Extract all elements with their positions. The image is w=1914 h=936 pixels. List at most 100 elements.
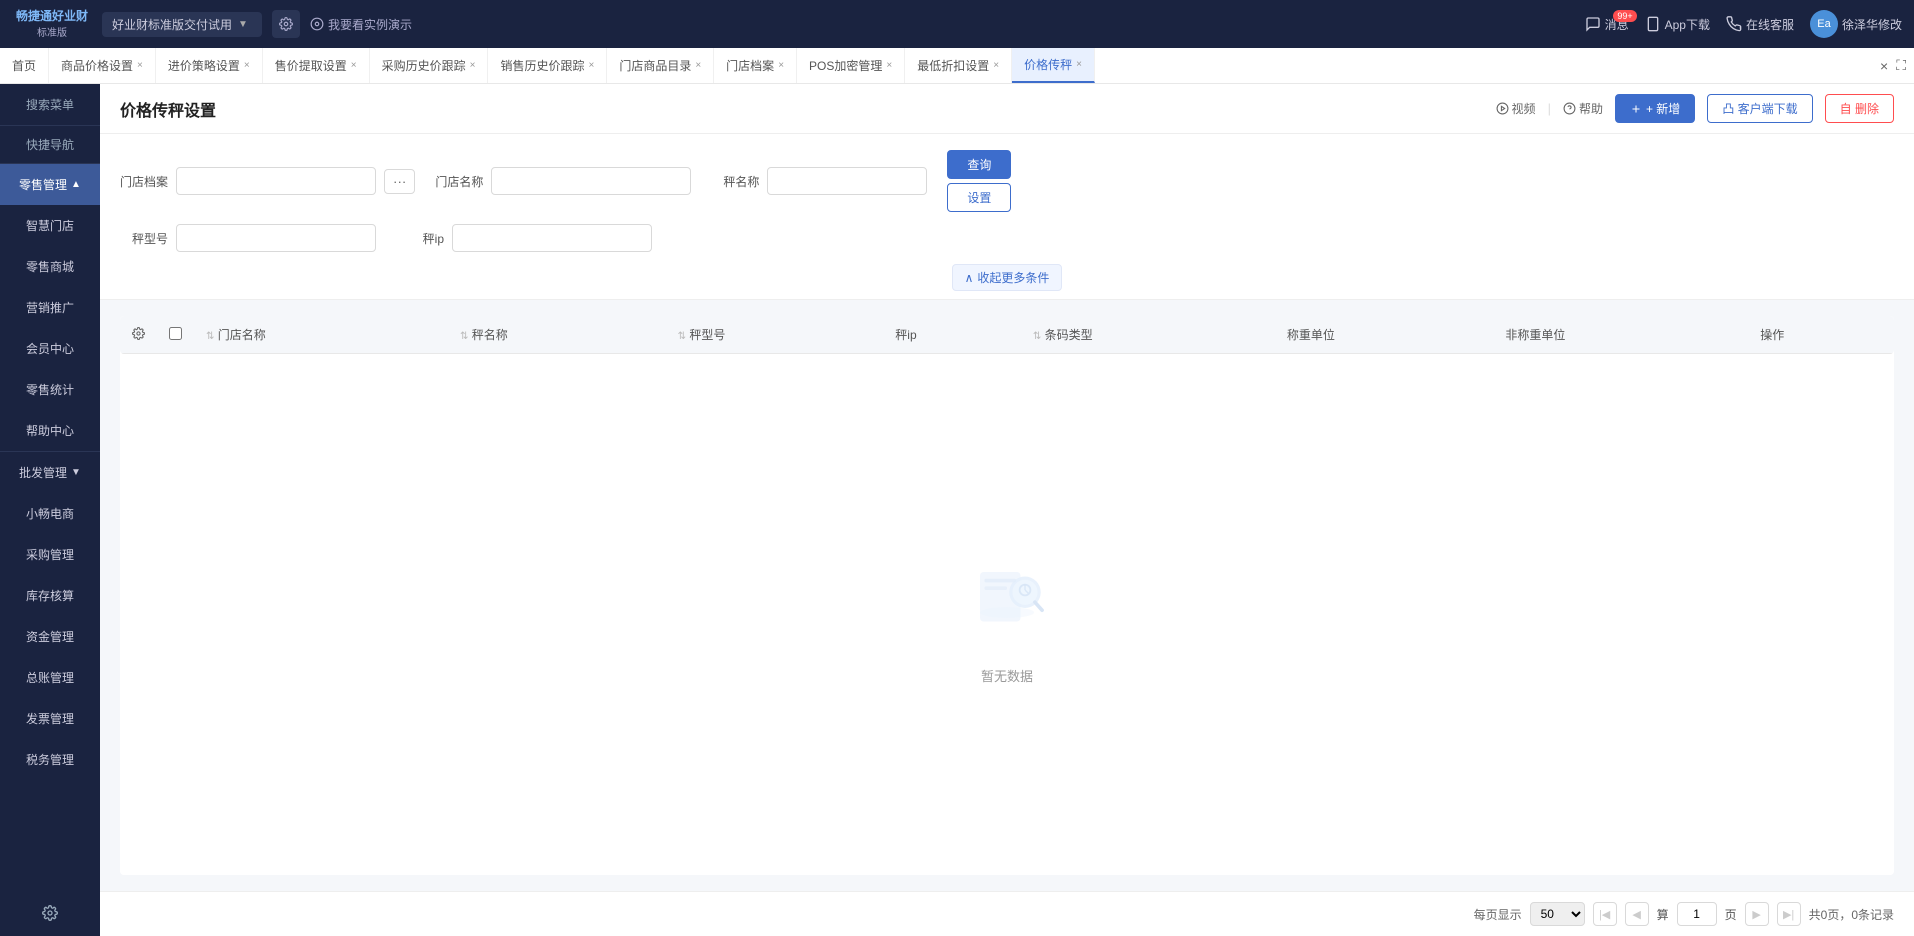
pagination: 每页显示 20 50 100 |◀ ◀ 算 页 ▶ ▶| 共0页，0条记录 (100, 891, 1914, 936)
sidebar-item-help[interactable]: 帮助中心 (0, 410, 100, 451)
scale-ip-input[interactable] (452, 224, 652, 252)
sidebar-item-invoice-label: 发票管理 (26, 710, 74, 727)
user-menu[interactable]: Ea 徐泽华修改 (1810, 10, 1902, 38)
tab-sales-history[interactable]: 销售历史价跟踪 × (488, 48, 607, 83)
close-icon[interactable]: × (137, 60, 143, 71)
per-page-select[interactable]: 20 50 100 (1530, 902, 1585, 926)
message-button[interactable]: 消息 99+ (1585, 16, 1629, 33)
close-icon[interactable]: × (695, 60, 701, 71)
delete-button[interactable]: 自 删除 (1825, 94, 1894, 123)
download-button[interactable]: 凸 客户端下载 (1707, 94, 1812, 123)
first-page-button[interactable]: |◀ (1593, 902, 1617, 926)
tab-store-file-label: 门店档案 (726, 57, 774, 74)
th-checkbox[interactable] (157, 316, 194, 354)
close-icon[interactable]: × (1076, 59, 1082, 70)
table-header-row: ⇅ 门店名称 ⇅ 秤名称 ⇅ 秤型号 秤ip ⇅ 条码类型 (120, 316, 1894, 354)
store-file-input[interactable] (176, 167, 376, 195)
select-all-checkbox[interactable] (169, 327, 182, 340)
close-icon[interactable]: × (470, 60, 476, 71)
tab-purchase-history[interactable]: 采购历史价跟踪 × (370, 48, 489, 83)
sidebar-item-tax-label: 税务管理 (26, 751, 74, 768)
tab-price-scale[interactable]: 价格传秤 × (1012, 48, 1095, 83)
sidebar-settings-button[interactable] (0, 893, 100, 936)
empty-icon (962, 545, 1052, 654)
prev-page-button[interactable]: ◀ (1625, 902, 1649, 926)
tab-home-label: 首页 (12, 57, 36, 74)
sidebar-item-inventory[interactable]: 库存核算 (0, 575, 100, 616)
tab-goods-price[interactable]: 商品价格设置 × (49, 48, 156, 83)
close-icon[interactable]: × (778, 60, 784, 71)
tab-min-discount[interactable]: 最低折扣设置 × (905, 48, 1012, 83)
tab-price-scale-label: 价格传秤 (1024, 56, 1072, 73)
sidebar-item-retail-stats[interactable]: 零售统计 (0, 369, 100, 410)
tab-goods-price-label: 商品价格设置 (61, 57, 133, 74)
sidebar-quick-nav[interactable]: 快捷导航 (0, 126, 100, 164)
help-link[interactable]: 帮助 (1563, 100, 1603, 117)
sidebar-item-purchase[interactable]: 采购管理 (0, 534, 100, 575)
sidebar-search-menu[interactable]: 搜索菜单 (0, 84, 100, 126)
page-actions: 视频 | 帮助 + 新增 凸 客户端下载 自 删除 (1496, 94, 1894, 123)
scale-name-input[interactable] (767, 167, 927, 195)
tab-sale-extract[interactable]: 售价提取设置 × (263, 48, 370, 83)
sidebar-group-retail: 零售管理 ▲ 智慧门店 零售商城 营销推广 会员中心 零售统计 帮助中心 (0, 164, 100, 452)
close-icon[interactable]: × (351, 60, 357, 71)
tab-pos-mgmt[interactable]: POS加密管理 × (797, 48, 905, 83)
page-number-input[interactable] (1677, 902, 1717, 926)
store-file-dots-button[interactable]: ··· (384, 169, 415, 194)
page-title: 价格传秤设置 (120, 97, 216, 121)
tab-close-all-button[interactable]: × (1880, 58, 1888, 74)
filter-scale-ip: 秤ip (396, 224, 652, 252)
sort-icon[interactable]: ⇅ (206, 331, 214, 342)
tab-store-file[interactable]: 门店档案 × (714, 48, 797, 83)
empty-text: 暂无数据 (981, 666, 1033, 685)
tab-min-discount-label: 最低折扣设置 (917, 57, 989, 74)
sidebar-item-general-ledger-label: 总账管理 (26, 669, 74, 686)
settings-button[interactable] (272, 10, 300, 38)
next-page-button[interactable]: ▶ (1745, 902, 1769, 926)
online-service-button[interactable]: 在线客服 (1726, 16, 1794, 33)
sidebar-item-marketing[interactable]: 营销推广 (0, 287, 100, 328)
sidebar-item-invoice[interactable]: 发票管理 (0, 698, 100, 739)
chevron-up-icon: ∧ (965, 271, 974, 285)
sidebar-item-member-label: 会员中心 (26, 340, 74, 357)
tab-expand-button[interactable]: ⛶ (1896, 57, 1906, 74)
sidebar-item-member[interactable]: 会员中心 (0, 328, 100, 369)
tab-home[interactable]: 首页 (0, 48, 49, 83)
tab-store-catalog[interactable]: 门店商品目录 × (607, 48, 714, 83)
add-button[interactable]: + 新增 (1615, 94, 1695, 123)
sidebar-item-finance[interactable]: 资金管理 (0, 616, 100, 657)
settings-button[interactable]: 设置 (947, 183, 1011, 212)
collapse-button[interactable]: ∧ 收起更多条件 (952, 264, 1063, 291)
tab-bar-controls: × ⛶ (1872, 48, 1914, 83)
demo-button[interactable]: 我要看实例演示 (310, 16, 412, 33)
tab-purchase-strategy[interactable]: 进价策略设置 × (156, 48, 263, 83)
sidebar-item-wholesale[interactable]: 批发管理 ▼ (0, 452, 100, 493)
query-button[interactable]: 查询 (947, 150, 1011, 179)
filter-area: 门店档案 ··· 门店名称 秤名称 查询 设置 (100, 134, 1914, 300)
close-icon[interactable]: × (886, 60, 892, 71)
th-settings[interactable] (120, 316, 157, 354)
store-name-input[interactable] (491, 167, 691, 195)
last-page-button[interactable]: ▶| (1777, 902, 1801, 926)
sort-icon[interactable]: ⇅ (1033, 331, 1041, 342)
scale-type-input[interactable] (176, 224, 376, 252)
sidebar-item-smart-store[interactable]: 智慧门店 (0, 205, 100, 246)
sidebar-item-ecom[interactable]: 小畅电商 (0, 493, 100, 534)
page-label: 算 (1657, 906, 1669, 923)
sidebar-item-wholesale-label: 批发管理 (19, 464, 67, 481)
close-icon[interactable]: × (244, 60, 250, 71)
sidebar-item-retail-mall[interactable]: 零售商城 (0, 246, 100, 287)
page-suffix-label: 页 (1725, 906, 1737, 923)
video-link[interactable]: 视频 (1496, 100, 1536, 117)
close-icon[interactable]: × (588, 60, 594, 71)
sidebar-item-tax[interactable]: 税务管理 (0, 739, 100, 780)
sort-icon[interactable]: ⇅ (460, 331, 468, 342)
sort-icon[interactable]: ⇅ (678, 331, 686, 342)
close-icon[interactable]: × (993, 60, 999, 71)
tab-purchase-history-label: 采购历史价跟踪 (382, 57, 466, 74)
sidebar-item-retail-mgmt[interactable]: 零售管理 ▲ (0, 164, 100, 205)
sidebar-item-retail-label: 零售管理 (19, 176, 67, 193)
version-selector[interactable]: 好业财标准版交付试用 ▼ (102, 12, 262, 37)
app-download-button[interactable]: App下载 (1645, 16, 1710, 33)
sidebar-item-general-ledger[interactable]: 总账管理 (0, 657, 100, 698)
